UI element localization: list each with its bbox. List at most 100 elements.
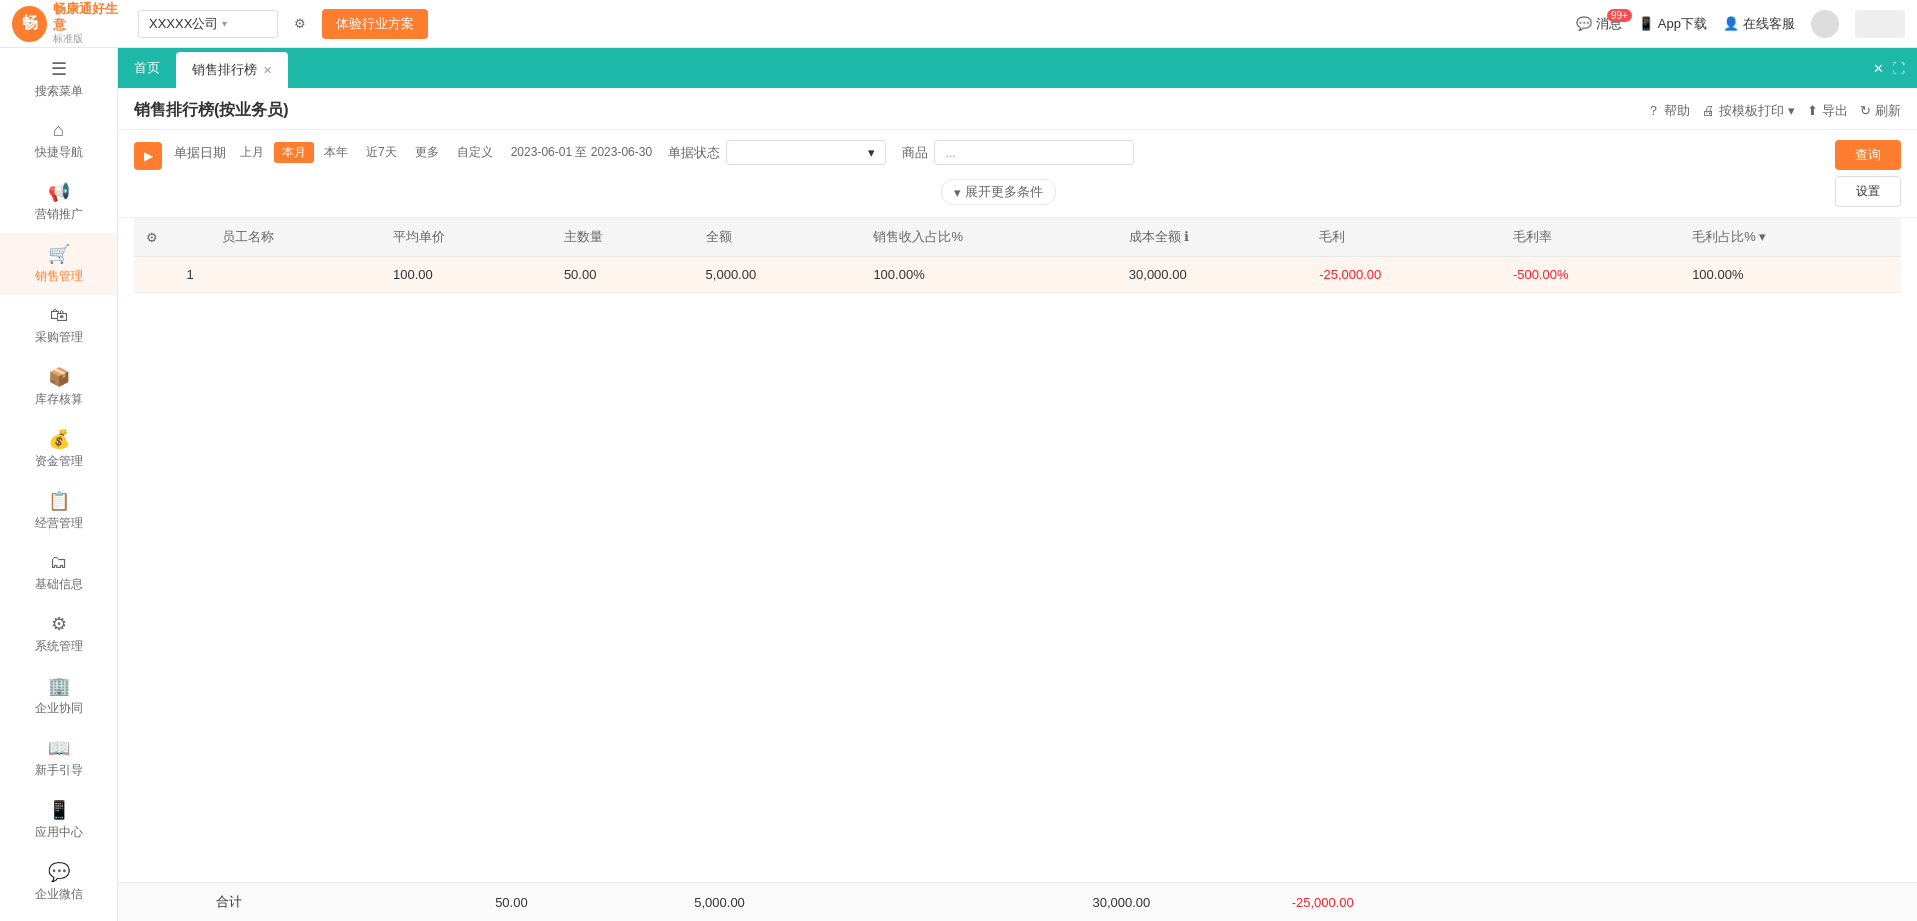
tab-close-window-icon[interactable]: ✕	[1873, 61, 1884, 76]
logo-title: 畅康通好生意	[53, 1, 130, 32]
service-icon: 👤	[1723, 16, 1739, 31]
export-icon: ⬆	[1807, 103, 1818, 118]
col-qty: 主数量	[552, 218, 694, 257]
expand-conditions-button[interactable]: ▾ 展开更多条件	[941, 179, 1056, 205]
tab-close-icon[interactable]: ✕	[263, 64, 272, 77]
help-label: 帮助	[1664, 102, 1690, 120]
date-tab-custom[interactable]: 自定义	[449, 142, 501, 163]
top-right-area: 💬 消息 99+ 📱 App下载 👤 在线客服	[1576, 10, 1905, 38]
sidebar-item-quick-nav[interactable]: ⌂ 快捷导航	[0, 110, 117, 171]
col-rank	[170, 218, 210, 257]
sidebar-item-sales[interactable]: 🛒 销售管理	[0, 233, 117, 295]
col-profit: 毛利	[1307, 218, 1501, 257]
sales-icon: 🛒	[48, 243, 70, 265]
print-icon: 🖨	[1702, 103, 1715, 118]
goods-dots: ...	[945, 145, 956, 160]
sidebar-item-operation[interactable]: 📋 经营管理	[0, 480, 117, 542]
table-wrapper: ⚙ 员工名称 平均单价 主数量 全额 销售收入占比% 成本全额 ℹ 毛利 毛利率…	[118, 218, 1917, 882]
company-selector[interactable]: XXXXX公司 ▾	[138, 10, 278, 38]
tab-maximize-icon[interactable]: ⛶	[1892, 61, 1905, 76]
cost-info-icon[interactable]: ℹ	[1184, 229, 1189, 244]
date-tab-7days[interactable]: 近7天	[358, 142, 405, 163]
date-tabs: 上月 本月 本年 近7天 更多 自定义	[232, 142, 501, 163]
settings-button[interactable]: 设置	[1835, 176, 1901, 207]
col-profit-rate: 毛利率	[1501, 218, 1680, 257]
sidebar-item-system[interactable]: ⚙ 系统管理	[0, 603, 117, 665]
system-icon: ⚙	[51, 613, 67, 635]
tab-sales-rank[interactable]: 销售排行榜 ✕	[176, 52, 288, 88]
col-avg-price: 平均单价	[381, 218, 552, 257]
help-icon: ？	[1647, 102, 1660, 120]
page-content: 销售排行榜(按业务员) ？ 帮助 🖨 按模板打印 ▾ ⬆ 导出	[118, 88, 1917, 921]
status-select[interactable]: ▾	[726, 140, 886, 165]
app-download-button[interactable]: 📱 App下载	[1638, 15, 1707, 33]
try-industry-button[interactable]: 体验行业方案	[322, 9, 428, 39]
query-button[interactable]: 查询	[1835, 140, 1901, 170]
sidebar-item-member[interactable]: V 畅会员	[0, 913, 117, 921]
print-chevron-icon: ▾	[1788, 103, 1795, 118]
sidebar-item-guide[interactable]: 📖 新手引导	[0, 727, 117, 789]
operation-icon: 📋	[48, 490, 70, 512]
cell-settings	[134, 257, 170, 293]
enterprise-icon: 🏢	[48, 675, 70, 697]
sidebar: ☰ 搜索菜单 ⌂ 快捷导航 📢 营销推广 🛒 销售管理 🛍 采购管理 📦 库存核…	[0, 48, 118, 921]
col-settings[interactable]: ⚙	[134, 218, 170, 257]
status-filter-label: 单据状态	[668, 144, 720, 162]
sidebar-item-basic[interactable]: 🗂 基础信息	[0, 542, 117, 603]
main-layout: ☰ 搜索菜单 ⌂ 快捷导航 📢 营销推广 🛒 销售管理 🛍 采购管理 📦 库存核…	[0, 48, 1917, 921]
sidebar-item-inventory[interactable]: 📦 库存核算	[0, 356, 117, 418]
cell-qty: 50.00	[552, 257, 694, 293]
footer-amount: 5,000.00	[694, 895, 893, 910]
gear-button[interactable]: ⚙	[286, 10, 314, 38]
filter-collapse-button[interactable]: ▶	[134, 142, 162, 170]
date-tab-this-month[interactable]: 本月	[274, 142, 314, 163]
logo-area: 畅 畅康通好生意 标准版	[12, 1, 130, 46]
col-profit-pct: 毛利占比% ▾	[1680, 218, 1901, 257]
sidebar-item-purchase[interactable]: 🛍 采购管理	[0, 295, 117, 356]
avatar[interactable]	[1811, 10, 1839, 38]
sidebar-item-marketing[interactable]: 📢 营销推广	[0, 171, 117, 233]
search-menu-icon: ☰	[51, 58, 67, 80]
export-button[interactable]: ⬆ 导出	[1807, 102, 1848, 120]
export-label: 导出	[1822, 102, 1848, 120]
sidebar-label-marketing: 营销推广	[35, 206, 83, 223]
sidebar-item-wechat[interactable]: 💬 企业微信	[0, 851, 117, 913]
cell-name	[210, 257, 381, 293]
goods-filter: 商品 ...	[902, 140, 1134, 165]
sidebar-item-finance[interactable]: 💰 资金管理	[0, 418, 117, 480]
sidebar-label-wechat: 企业微信	[35, 886, 83, 903]
date-range-display: 2023-06-01 至 2023-06-30	[511, 144, 652, 161]
filter-area: ▶ 单据日期 上月 本月 本年 近7天	[118, 130, 1917, 218]
goods-filter-label: 商品	[902, 144, 928, 162]
cell-profit-rate: -500.00%	[1501, 257, 1680, 293]
date-tab-more[interactable]: 更多	[407, 142, 447, 163]
cell-amount: 5,000.00	[694, 257, 862, 293]
sidebar-label-search: 搜索菜单	[35, 83, 83, 100]
footer-profit: -25,000.00	[1292, 895, 1491, 910]
table-footer: 合计 50.00 5,000.00 30,000.00 -25,000.00	[118, 882, 1917, 921]
goods-input[interactable]: ...	[934, 140, 1134, 165]
refresh-button[interactable]: ↻ 刷新	[1860, 102, 1901, 120]
help-button[interactable]: ？ 帮助	[1647, 102, 1690, 120]
wechat-icon: 💬	[48, 861, 70, 883]
sidebar-label-finance: 资金管理	[35, 453, 83, 470]
template-print-button[interactable]: 🖨 按模板打印 ▾	[1702, 102, 1795, 120]
service-label: 在线客服	[1743, 15, 1795, 33]
sidebar-item-enterprise[interactable]: 🏢 企业协同	[0, 665, 117, 727]
profit-pct-info-icon[interactable]: ▾	[1759, 229, 1766, 244]
sidebar-item-search[interactable]: ☰ 搜索菜单	[0, 48, 117, 110]
cell-profit: -25,000.00	[1307, 257, 1501, 293]
date-tab-last-month[interactable]: 上月	[232, 142, 272, 163]
tab-home[interactable]: 首页	[118, 48, 176, 88]
page-header: 销售排行榜(按业务员) ？ 帮助 🖨 按模板打印 ▾ ⬆ 导出	[118, 88, 1917, 130]
inventory-icon: 📦	[48, 366, 70, 388]
sidebar-item-app-center[interactable]: 📱 应用中心	[0, 789, 117, 851]
logo-text: 畅康通好生意 标准版	[53, 1, 130, 46]
date-tab-this-year[interactable]: 本年	[316, 142, 356, 163]
online-service-button[interactable]: 👤 在线客服	[1723, 15, 1795, 33]
template-print-label: 按模板打印	[1719, 102, 1784, 120]
sidebar-label-app-center: 应用中心	[35, 824, 83, 841]
sidebar-label-operation: 经营管理	[35, 515, 83, 532]
filter-row-1: 单据日期 上月 本月 本年 近7天 更多 自定义 2023-06-01 至 20…	[174, 140, 1823, 165]
message-button[interactable]: 💬 消息 99+	[1576, 15, 1622, 33]
